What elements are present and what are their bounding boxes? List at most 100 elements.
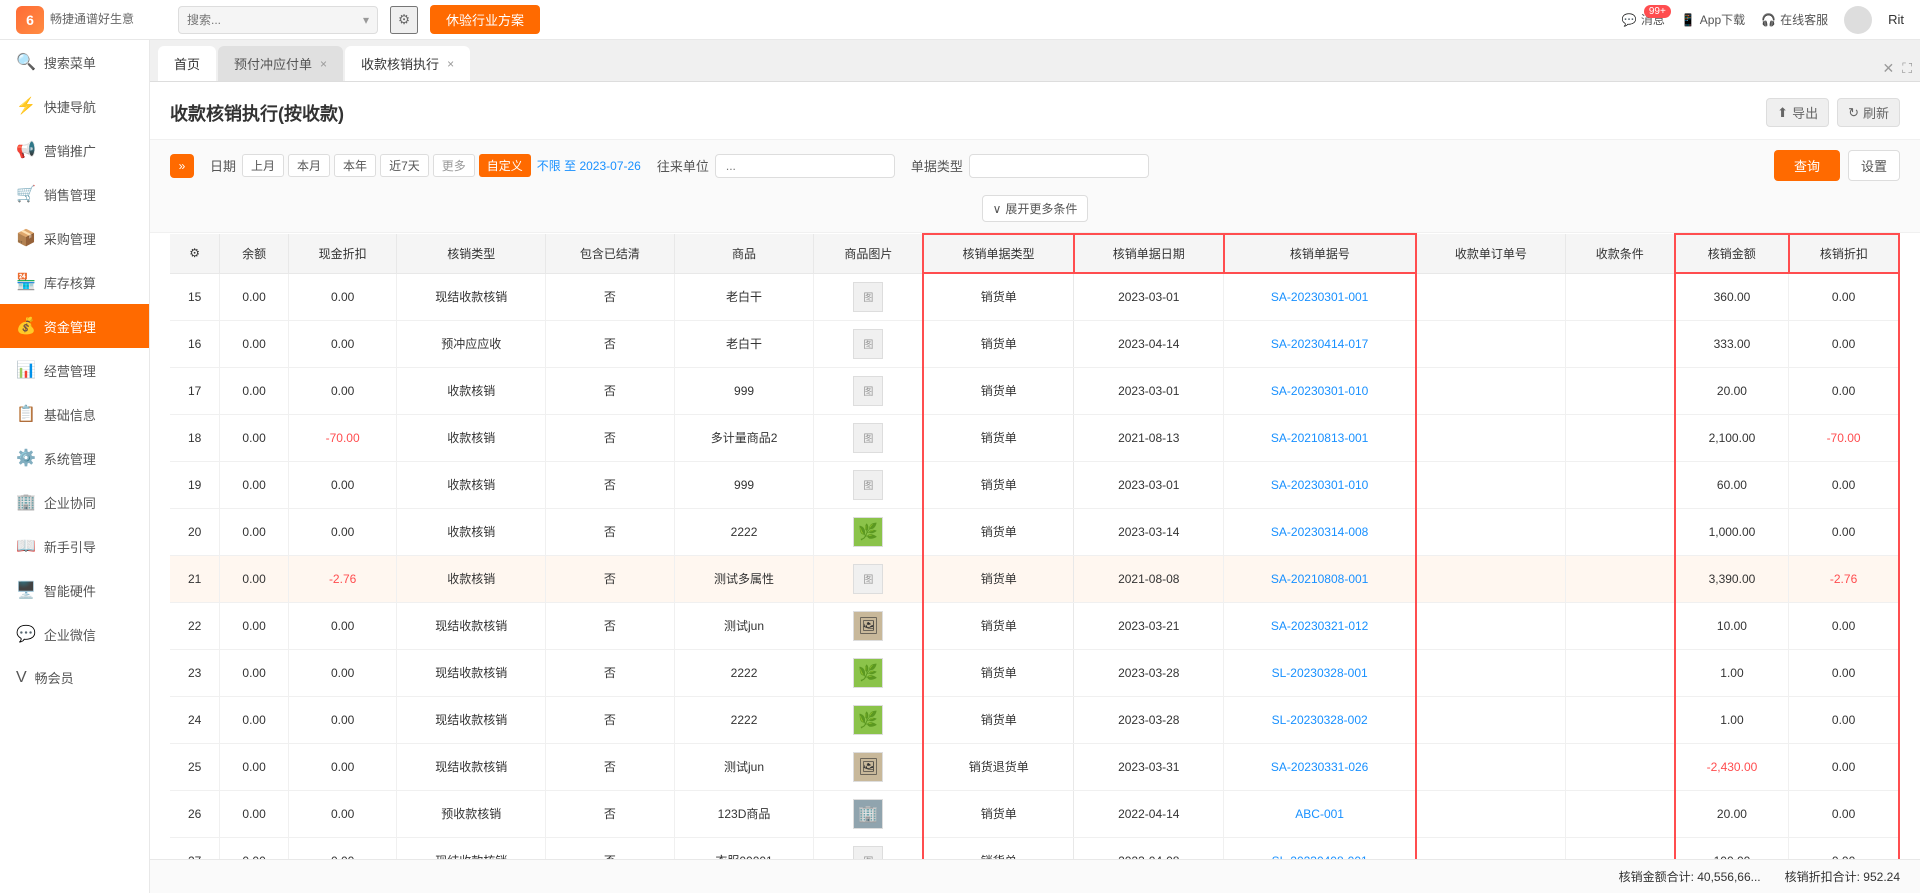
tab-prepay[interactable]: 预付冲应付单 × [218,46,343,81]
table-header-row: ⚙ 余额 现金折扣 核销类型 包含已结清 商品 商品图片 核销单据类型 核销单据… [170,234,1899,273]
sidebar-item-sales[interactable]: 🛒 销售管理 [0,172,149,216]
tab-receipt-cancel-close[interactable]: × [447,57,454,71]
sidebar-item-basic[interactable]: 📋 基础信息 [0,392,149,436]
cancel-bill-no-link[interactable]: SA-20230301-010 [1271,384,1368,398]
online-service-btn[interactable]: 🎧 在线客服 [1761,11,1828,28]
message-btn[interactable]: 💬 消息 99+ [1622,11,1665,28]
cell-receipt-condition [1565,790,1674,837]
cancel-bill-no-link[interactable]: ABC-001 [1295,807,1344,821]
sidebar-label-operations: 经营管理 [44,361,96,380]
cell-cancel-type: 现结收款核销 [397,696,546,743]
filter-bar: » 日期 上月 本月 本年 近7天 更多 自定义 不限 至 2023-07-26 [150,140,1920,233]
cell-cancel-amount: 60.00 [1675,461,1789,508]
sidebar-item-guide[interactable]: 📖 新手引导 [0,524,149,568]
cell-product: 2222 [674,508,814,555]
sidebar-item-system[interactable]: ⚙️ 系统管理 [0,436,149,480]
setting-btn[interactable]: 设置 [1848,150,1900,181]
export-btn[interactable]: ⬆ 导出 [1766,98,1829,127]
expand-label: 展开更多条件 [1005,200,1077,217]
sidebar-item-operations[interactable]: 📊 经营管理 [0,348,149,392]
page-title: 收款核销执行(按收款) [170,100,344,126]
cancel-bill-no-link[interactable]: SA-20230314-008 [1271,525,1368,539]
cancel-bill-no-link[interactable]: SA-20230301-010 [1271,478,1368,492]
cancel-bill-no-link[interactable]: SA-20210808-001 [1271,572,1368,586]
sidebar-label-member: 畅会员 [35,668,74,687]
cancel-bill-no-link[interactable]: SL-20230328-001 [1272,666,1368,680]
cell-cancel-bill-type: 销货单 [923,790,1073,837]
global-search[interactable]: ▾ [178,6,378,34]
table-container[interactable]: ⚙ 余额 现金折扣 核销类型 包含已结清 商品 商品图片 核销单据类型 核销单据… [150,233,1920,859]
cell-receipt-condition [1565,414,1674,461]
date-this-month-btn[interactable]: 本月 [288,154,330,177]
th-settings[interactable]: ⚙ [170,234,220,273]
cell-product: 测试jun [674,602,814,649]
cell-cancel-bill-type: 销货单 [923,696,1073,743]
date-custom-btn[interactable]: 自定义 [479,154,531,177]
table-row: 21 0.00 -2.76 收款核销 否 测试多属性 图 销货单 2021-08… [170,555,1899,602]
cell-cancel-bill-no: SA-20210813-001 [1224,414,1416,461]
cell-cash-discount: 0.00 [288,273,397,320]
tab-home[interactable]: 首页 [158,46,216,81]
cell-cancel-bill-date: 2023-03-28 [1074,649,1224,696]
cell-receipt-condition [1565,555,1674,602]
cell-product-img: 图 [814,461,923,508]
sidebar-item-marketing[interactable]: 📢 营销推广 [0,128,149,172]
operations-icon: 📊 [16,360,36,380]
cell-num: 26 [170,790,220,837]
cell-cancel-type: 收款核销 [397,367,546,414]
cell-receipt-order-no [1416,790,1565,837]
refresh-btn[interactable]: ↻ 刷新 [1837,98,1900,127]
tab-close-all-btn[interactable]: ✕ [1882,60,1894,77]
cell-cancel-type: 现结收款核销 [397,649,546,696]
cell-include-settled: 否 [546,367,675,414]
sidebar-item-search[interactable]: 🔍 搜索菜单 [0,40,149,84]
tab-receipt-cancel[interactable]: 收款核销执行 × [345,46,470,81]
sidebar-item-quick-nav[interactable]: ⚡ 快捷导航 [0,84,149,128]
sidebar-item-finance[interactable]: 💰 资金管理 [0,304,149,348]
date-more-btn[interactable]: 更多 [433,154,475,177]
table-row: 25 0.00 0.00 现结收款核销 否 测试jun 🖼 销货退货单 2023… [170,743,1899,790]
search-input[interactable] [187,13,359,27]
sidebar-item-hardware[interactable]: 🖥️ 智能硬件 [0,568,149,612]
cell-receipt-order-no [1416,743,1565,790]
cancel-bill-no-link[interactable]: SA-20230321-012 [1271,619,1368,633]
from-unit-input[interactable] [715,154,895,178]
th-balance: 余额 [220,234,288,273]
cancel-bill-no-link[interactable]: SL-20230328-002 [1272,713,1368,727]
date-this-year-btn[interactable]: 本年 [334,154,376,177]
main-layout: 🔍 搜索菜单 ⚡ 快捷导航 📢 营销推广 🛒 销售管理 📦 采购管理 🏪 库存核… [0,40,1920,893]
cell-receipt-order-no [1416,649,1565,696]
cell-cancel-bill-type: 销货单 [923,508,1073,555]
filter-toggle-btn[interactable]: » [170,154,194,178]
sidebar-item-corp[interactable]: 🏢 企业协同 [0,480,149,524]
tab-expand-btn[interactable]: ⛶ [1902,60,1912,77]
sidebar-item-purchase[interactable]: 📦 采购管理 [0,216,149,260]
date-last-month-btn[interactable]: 上月 [242,154,284,177]
sidebar-item-wechat[interactable]: 💬 企业微信 [0,612,149,656]
user-avatar[interactable] [1844,6,1872,34]
cancel-bill-no-link[interactable]: SA-20230331-026 [1271,760,1368,774]
tab-prepay-close[interactable]: × [320,57,327,71]
cell-balance: 0.00 [220,508,288,555]
cancel-bill-no-link[interactable]: SA-20230414-017 [1271,337,1368,351]
settings-icon[interactable]: ⚙ [390,6,418,34]
tab-prepay-label: 预付冲应付单 [234,54,312,73]
sidebar-label-sales: 销售管理 [44,185,96,204]
cell-cancel-bill-date: 2021-08-08 [1074,555,1224,602]
cell-num: 18 [170,414,220,461]
bill-type-label: 单据类型 [911,156,963,175]
industry-btn[interactable]: 休验行业方案 [430,5,540,34]
app-download-btn[interactable]: 📱 App下载 [1681,11,1745,28]
cancel-bill-no-link[interactable]: SA-20210813-001 [1271,431,1368,445]
cell-include-settled: 否 [546,743,675,790]
sidebar-item-member[interactable]: V 畅会员 [0,656,149,699]
date-7days-btn[interactable]: 近7天 [380,154,429,177]
expand-conditions-btn[interactable]: ∨ 展开更多条件 [982,195,1089,222]
cell-num: 22 [170,602,220,649]
cancel-bill-no-link[interactable]: SA-20230301-001 [1271,290,1368,304]
search-btn[interactable]: 查询 [1774,150,1840,181]
expand-icon: ∨ [993,202,1002,216]
cell-product-img: 图 [814,837,923,859]
sidebar-item-inventory[interactable]: 🏪 库存核算 [0,260,149,304]
bill-type-select[interactable] [969,154,1149,178]
